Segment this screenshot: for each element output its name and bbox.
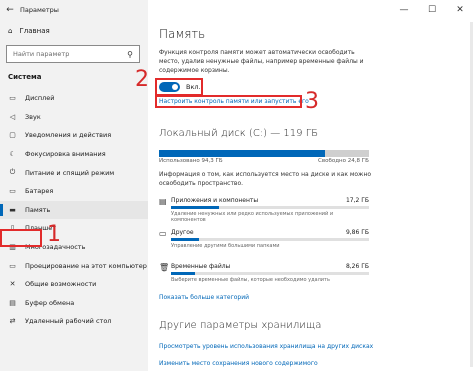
category-name: Другое bbox=[171, 229, 194, 236]
category-subtext: Выберите временные файлы, которые необхо… bbox=[171, 277, 330, 283]
home-icon: ⌂ bbox=[8, 27, 13, 35]
sidebar-item-label: Уведомления и действия bbox=[25, 131, 112, 140]
category-name: Приложения и компоненты bbox=[171, 197, 259, 204]
sidebar-item-label: Буфер обмена bbox=[25, 298, 75, 307]
free-label: Свободно 24,8 ГБ bbox=[318, 158, 369, 164]
disk-usage-fill bbox=[159, 150, 325, 157]
sidebar-item-label: Батарея bbox=[25, 187, 54, 196]
window-title: Параметры bbox=[20, 6, 59, 14]
category-other[interactable]: ▭ Другое 9,86 ГБ Управление другими больш… bbox=[159, 229, 369, 249]
category-bar-fill bbox=[171, 238, 199, 241]
sidebar-item-power[interactable]: ⏻ Питание и спящий режим bbox=[0, 163, 148, 182]
annotation-box-link bbox=[155, 95, 302, 108]
search-icon[interactable]: ⚲ bbox=[121, 50, 139, 59]
category-temp-files[interactable]: 🗑 Временные файлы 8,26 ГБ Выберите времен… bbox=[159, 263, 369, 283]
sidebar-item-remote-desktop[interactable]: ⇄ Удаленный рабочий стол bbox=[0, 312, 148, 331]
category-apps[interactable]: ▤ Приложения и компоненты 17,2 ГБ Удалени… bbox=[159, 197, 369, 223]
notifications-icon: ▢ bbox=[9, 131, 16, 140]
sidebar-item-sound[interactable]: ◁ Звук bbox=[0, 108, 148, 127]
home-item[interactable]: ⌂ Главная bbox=[8, 27, 50, 35]
sidebar-item-clipboard[interactable]: ▤ Буфер обмена bbox=[0, 294, 148, 313]
annotation-number-3: 3 bbox=[305, 89, 319, 114]
sidebar-item-display[interactable]: ▭ Дисплей bbox=[0, 89, 148, 108]
home-label: Главная bbox=[19, 27, 50, 35]
category-bar-fill bbox=[171, 272, 195, 275]
annotation-number-2: 2 bbox=[135, 67, 149, 92]
category-bar bbox=[171, 272, 369, 275]
focus-assist-icon: ☾ bbox=[9, 150, 16, 159]
sidebar-item-label: Проецирование на этот компьютер bbox=[25, 261, 147, 270]
sidebar-item-label: Дисплей bbox=[25, 94, 55, 103]
category-subtext: Удаление ненужных или редко используемых… bbox=[171, 211, 334, 223]
sidebar-item-label: Звук bbox=[25, 112, 41, 121]
annotation-box-storage bbox=[0, 229, 42, 247]
sidebar-item-notifications[interactable]: ▢ Уведомления и действия bbox=[0, 126, 148, 145]
section-title: Система bbox=[8, 73, 42, 81]
sidebar-nav: ▭ Дисплей ◁ Звук ▢ Уведомления и действия ☾ Фок… bbox=[0, 89, 148, 331]
page-title: Память bbox=[159, 27, 206, 41]
sidebar-item-focus-assist[interactable]: ☾ Фокусировка внимания bbox=[0, 145, 148, 164]
back-arrow-icon[interactable]: ← bbox=[0, 5, 20, 15]
category-bar-fill bbox=[171, 206, 219, 209]
storage-icon: ▬ bbox=[9, 205, 16, 214]
show-more-categories-link[interactable]: Показать больше категорий bbox=[159, 294, 249, 301]
clipboard-icon: ▤ bbox=[9, 298, 16, 307]
category-bar bbox=[171, 238, 369, 241]
power-icon: ⏻ bbox=[9, 168, 16, 177]
sidebar-item-label: Фокусировка внимания bbox=[25, 150, 106, 159]
category-size: 9,86 ГБ bbox=[345, 229, 369, 236]
other-icon: ▭ bbox=[159, 229, 167, 238]
apps-icon: ▤ bbox=[159, 197, 167, 206]
sidebar-item-storage[interactable]: ▬ Память bbox=[0, 200, 148, 220]
other-storage-title: Другие параметры хранилища bbox=[159, 320, 322, 331]
sidebar: ⌂ Главная Найти параметр ⚲ Система ▭ Дисп… bbox=[0, 0, 148, 371]
disk-info: Информация о том, как используется место… bbox=[159, 171, 372, 187]
main-content: Память Функция контроля памяти может авт… bbox=[150, 0, 474, 371]
sidebar-item-label: Память bbox=[25, 205, 51, 214]
sidebar-item-shared-experiences[interactable]: ✕ Общие возможности bbox=[0, 275, 148, 294]
search-placeholder: Найти параметр bbox=[13, 50, 70, 58]
scrollbar[interactable] bbox=[470, 22, 473, 367]
category-size: 8,26 ГБ bbox=[345, 263, 369, 270]
category-size: 17,2 ГБ bbox=[345, 197, 369, 204]
battery-icon: ▭ bbox=[9, 187, 16, 196]
disk-usage-bar bbox=[159, 150, 369, 157]
sidebar-item-label: Удаленный рабочий стол bbox=[25, 317, 112, 326]
sound-icon: ◁ bbox=[9, 112, 16, 121]
sidebar-item-battery[interactable]: ▭ Батарея bbox=[0, 182, 148, 201]
disk-title: Локальный диск (C:) — 119 ГБ bbox=[159, 128, 319, 139]
sidebar-item-projecting[interactable]: ▭ Проецирование на этот компьютер bbox=[0, 256, 148, 275]
category-bar bbox=[171, 206, 369, 209]
category-name: Временные файлы bbox=[171, 263, 231, 270]
sidebar-item-label: Питание и спящий режим bbox=[25, 168, 115, 177]
used-label: Использовано 94,3 ГБ bbox=[159, 158, 223, 164]
annotation-number-1: 1 bbox=[47, 222, 61, 247]
sidebar-item-label: Общие возможности bbox=[25, 280, 97, 289]
search-input[interactable]: Найти параметр ⚲ bbox=[6, 45, 140, 63]
temp-files-icon: 🗑 bbox=[159, 263, 170, 272]
remote-desktop-icon: ⇄ bbox=[9, 317, 16, 326]
display-icon: ▭ bbox=[9, 94, 16, 103]
other-drives-link[interactable]: Просмотреть уровень использования хранил… bbox=[159, 343, 373, 350]
projecting-icon: ▭ bbox=[9, 261, 16, 270]
change-save-location-link[interactable]: Изменить место сохранения нового содержи… bbox=[159, 360, 318, 367]
category-subtext: Управление другими большими папками bbox=[171, 243, 280, 249]
storage-sense-description: Функция контроля памяти может автоматиче… bbox=[159, 49, 364, 74]
shared-experiences-icon: ✕ bbox=[9, 280, 16, 289]
annotation-box-toggle bbox=[155, 78, 203, 96]
